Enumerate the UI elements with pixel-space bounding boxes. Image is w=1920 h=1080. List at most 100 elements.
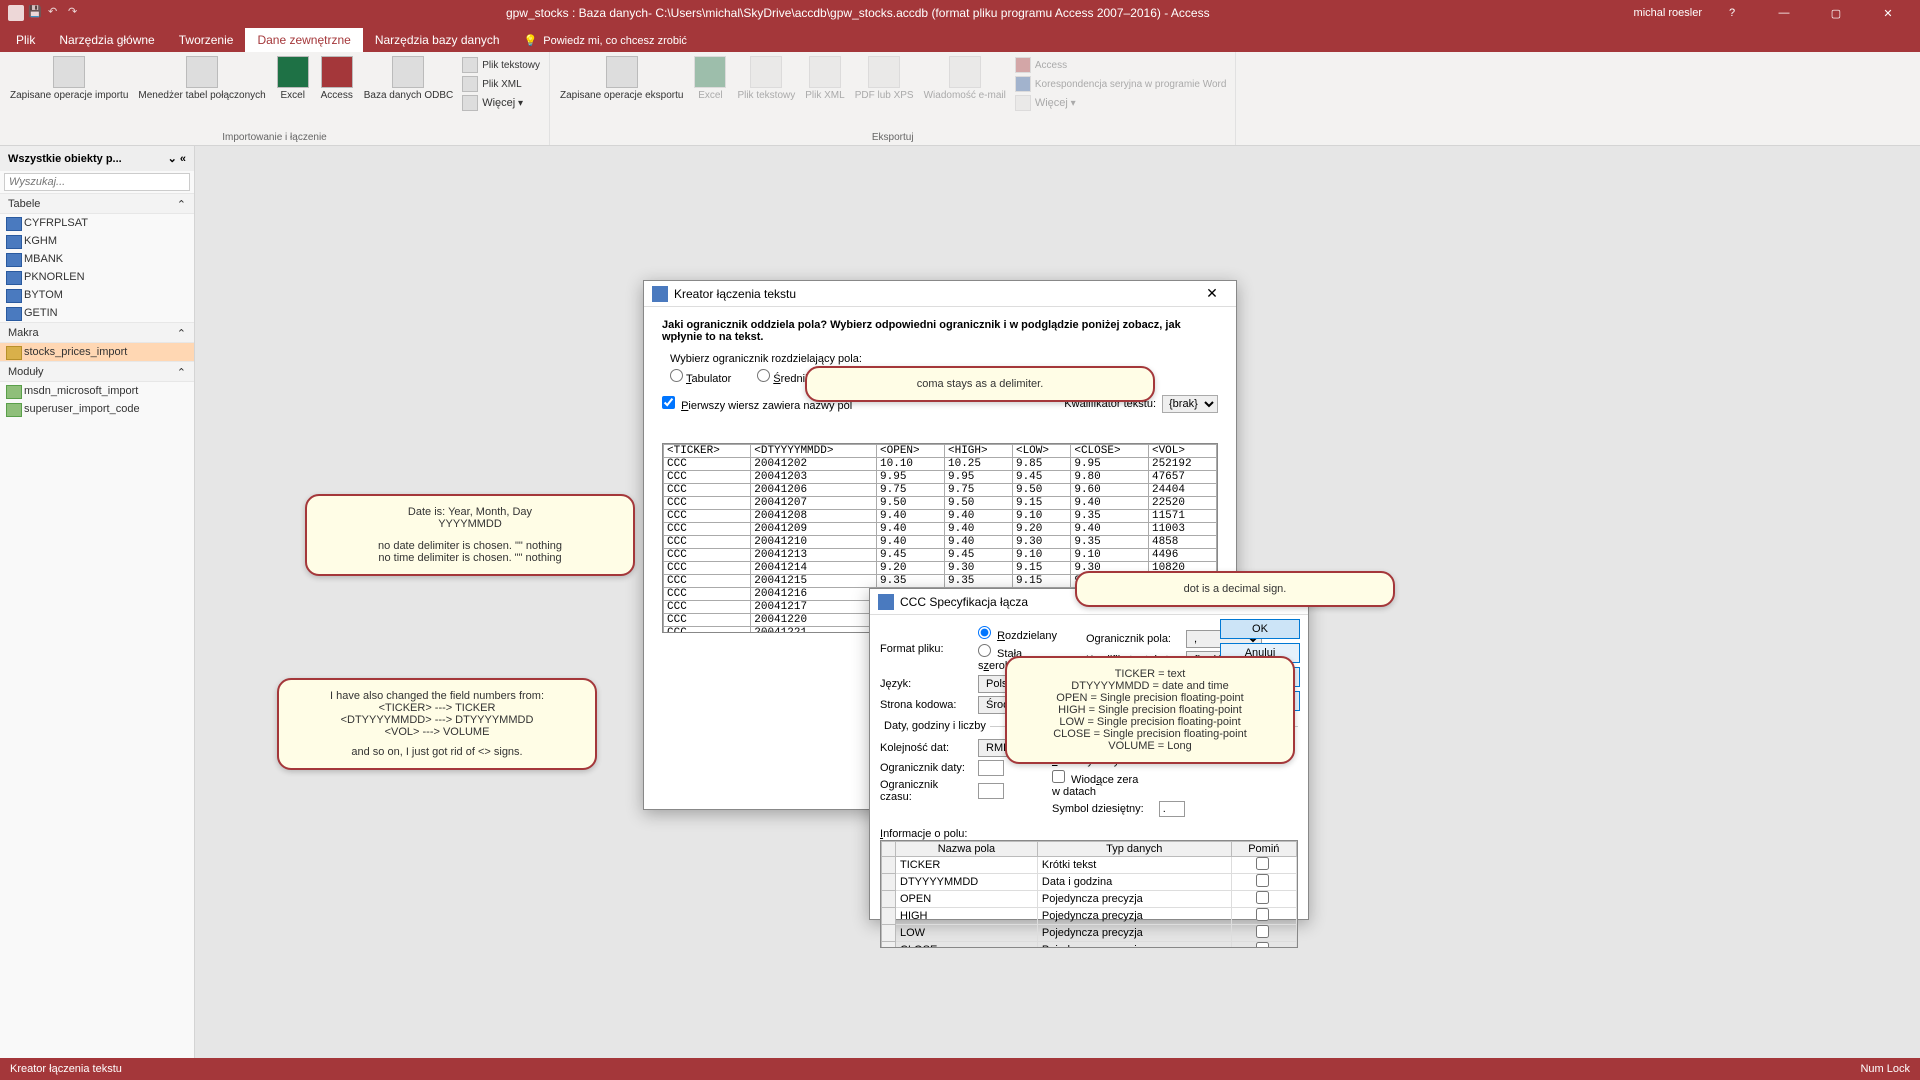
export-excel-button[interactable]: Excel [689,54,731,103]
section-macros[interactable]: Makra⌃ [0,322,194,343]
tell-me-label: Powiedz mi, co chcesz zrobić [543,35,687,47]
xml-file-icon [462,76,478,92]
wizard-icon [652,286,668,302]
export-text-button[interactable]: Plik tekstowy [733,54,799,103]
export-access-label: Access [1035,60,1067,71]
export-pdf-label: PDF lub XPS [855,90,914,101]
import-more-label: Więcej ▾ [482,98,523,109]
section-modules[interactable]: Moduły⌃ [0,361,194,382]
section-tables[interactable]: Tabele⌃ [0,193,194,214]
field-row[interactable]: HIGHPojedyncza precyzja [882,908,1297,925]
minimize-icon[interactable]: — [1762,0,1806,26]
import-excel-button[interactable]: Excel [272,54,314,103]
tab-dbtools[interactable]: Narzędzia bazy danych [363,28,512,52]
format-delimited-radio[interactable]: Rozdzielany [978,626,1070,642]
table-item[interactable]: KGHM [0,232,194,250]
document-area: Kreator łączenia tekstu ✕ Jaki ograniczn… [195,146,1920,1058]
field-delim-label: Ogranicznik pola: [1086,633,1180,645]
ok-button[interactable]: OK [1220,619,1300,639]
field-row[interactable]: DTYYYYMMDDData i godzina [882,874,1297,891]
lightbulb-icon: 💡 [524,34,538,47]
navpane-header[interactable]: Wszystkie obiekty p... ⌄ « [0,146,194,171]
module-item[interactable]: superuser_import_code [0,400,194,418]
export-word-button[interactable]: Korespondencja seryjna w programie Word [1012,75,1230,93]
table-item[interactable]: BYTOM [0,286,194,304]
delim-tab-radio[interactable]: Tabulator [670,369,731,385]
linked-table-manager-button[interactable]: Menedżer tabel połączonych [134,54,269,103]
time-delim-input[interactable] [978,783,1004,799]
ribbon: Zapisane operacje importu Menedżer tabel… [0,52,1920,146]
callout-dot: dot is a decimal sign. [1075,571,1395,607]
tab-external-data[interactable]: Dane zewnętrzne [245,28,362,52]
tell-me-search[interactable]: 💡 Powiedz mi, co chcesz zrobić [512,29,699,52]
export-xml-label: Plik XML [805,90,844,101]
navpane-title: Wszystkie obiekty p... [8,153,122,165]
saved-imports-icon [53,56,85,88]
excel-icon [277,56,309,88]
saved-exports-button[interactable]: Zapisane operacje eksportu [556,54,687,103]
xml-file-icon [809,56,841,88]
tab-home[interactable]: Narzędzia główne [47,28,166,52]
export-pdf-button[interactable]: PDF lub XPS [851,54,918,103]
navpane-search [0,171,194,193]
status-bar: Kreator łączenia tekstu Num Lock [0,1058,1920,1080]
field-row[interactable]: CLOSEPojedyncza precyzja [882,942,1297,949]
date-delim-input[interactable] [978,760,1004,776]
field-row[interactable]: LOWPojedyncza precyzja [882,925,1297,942]
text-qualifier-select[interactable]: {brak} [1162,395,1218,413]
field-info-grid[interactable]: Nazwa polaTyp danychPomiń TICKERKrótki t… [880,840,1298,948]
redo-icon[interactable]: ↷ [68,5,84,21]
wizard-prompt: Jaki ogranicznik oddziela pola? Wybierz … [662,319,1218,343]
callout-fields: I have also changed the field numbers fr… [277,678,597,770]
col-datatype: Typ danych [1037,842,1231,857]
chevron-down-icon[interactable]: ⌄ « [168,152,186,165]
date-order-label: Kolejność dat: [880,742,972,754]
export-group-label: Eksportuj [556,130,1229,145]
access-icon [8,5,24,21]
table-item[interactable]: MBANK [0,250,194,268]
macro-item[interactable]: stocks_prices_import [0,343,194,361]
wizard-close-button[interactable]: ✕ [1196,285,1228,302]
field-row[interactable]: TICKERKrótki tekst [882,857,1297,874]
table-item[interactable]: GETIN [0,304,194,322]
tab-file[interactable]: Plik [4,28,47,52]
import-odbc-label: Baza danych ODBC [364,90,454,101]
saved-imports-label: Zapisane operacje importu [10,90,128,101]
date-delim-label: Ogranicznik daty: [880,762,972,774]
maximize-icon[interactable]: ▢ [1814,0,1858,26]
leading-zeros-checkbox[interactable]: Wiodące zera w datach [1052,770,1144,798]
decimal-input[interactable] [1159,801,1185,817]
text-file-icon [750,56,782,88]
import-more-button[interactable]: Więcej ▾ [459,94,543,112]
module-item[interactable]: msdn_microsoft_import [0,382,194,400]
access-icon [321,56,353,88]
delim-semicolon-radio[interactable]: Średnik [757,369,810,385]
export-xml-button[interactable]: Plik XML [801,54,848,103]
time-delim-label: Ogranicznik czasu: [880,779,972,803]
export-email-button[interactable]: Wiadomość e-mail [920,54,1010,103]
user-name[interactable]: michal roesler [1634,7,1702,19]
table-item[interactable]: CYFRPLSAT [0,214,194,232]
decimal-label: Symbol dziesiętny: [1052,803,1144,815]
saved-imports-button[interactable]: Zapisane operacje importu [6,54,132,103]
saved-exports-label: Zapisane operacje eksportu [560,90,683,101]
import-text-button[interactable]: Plik tekstowy [459,56,543,74]
pdf-icon [868,56,900,88]
field-row[interactable]: OPENPojedyncza precyzja [882,891,1297,908]
close-icon[interactable]: ✕ [1866,0,1910,26]
table-item[interactable]: PKNORLEN [0,268,194,286]
export-access-button[interactable]: Access [1012,56,1230,74]
undo-icon[interactable]: ↶ [48,5,64,21]
ribbon-tabs: Plik Narzędzia główne Tworzenie Dane zew… [0,26,1920,52]
export-more-button[interactable]: Więcej ▾ [1012,94,1230,112]
word-icon [1015,76,1031,92]
import-xml-button[interactable]: Plik XML [459,75,543,93]
import-access-button[interactable]: Access [316,54,358,103]
search-input[interactable] [4,173,190,191]
save-icon[interactable]: 💾 [28,5,44,21]
delimiter-group-label: Wybierz ogranicznik rozdzielający pola: [662,353,1218,365]
import-odbc-button[interactable]: Baza danych ODBC [360,54,458,103]
export-word-label: Korespondencja seryjna w programie Word [1035,79,1227,90]
help-icon[interactable]: ? [1710,0,1754,26]
tab-create[interactable]: Tworzenie [167,28,246,52]
